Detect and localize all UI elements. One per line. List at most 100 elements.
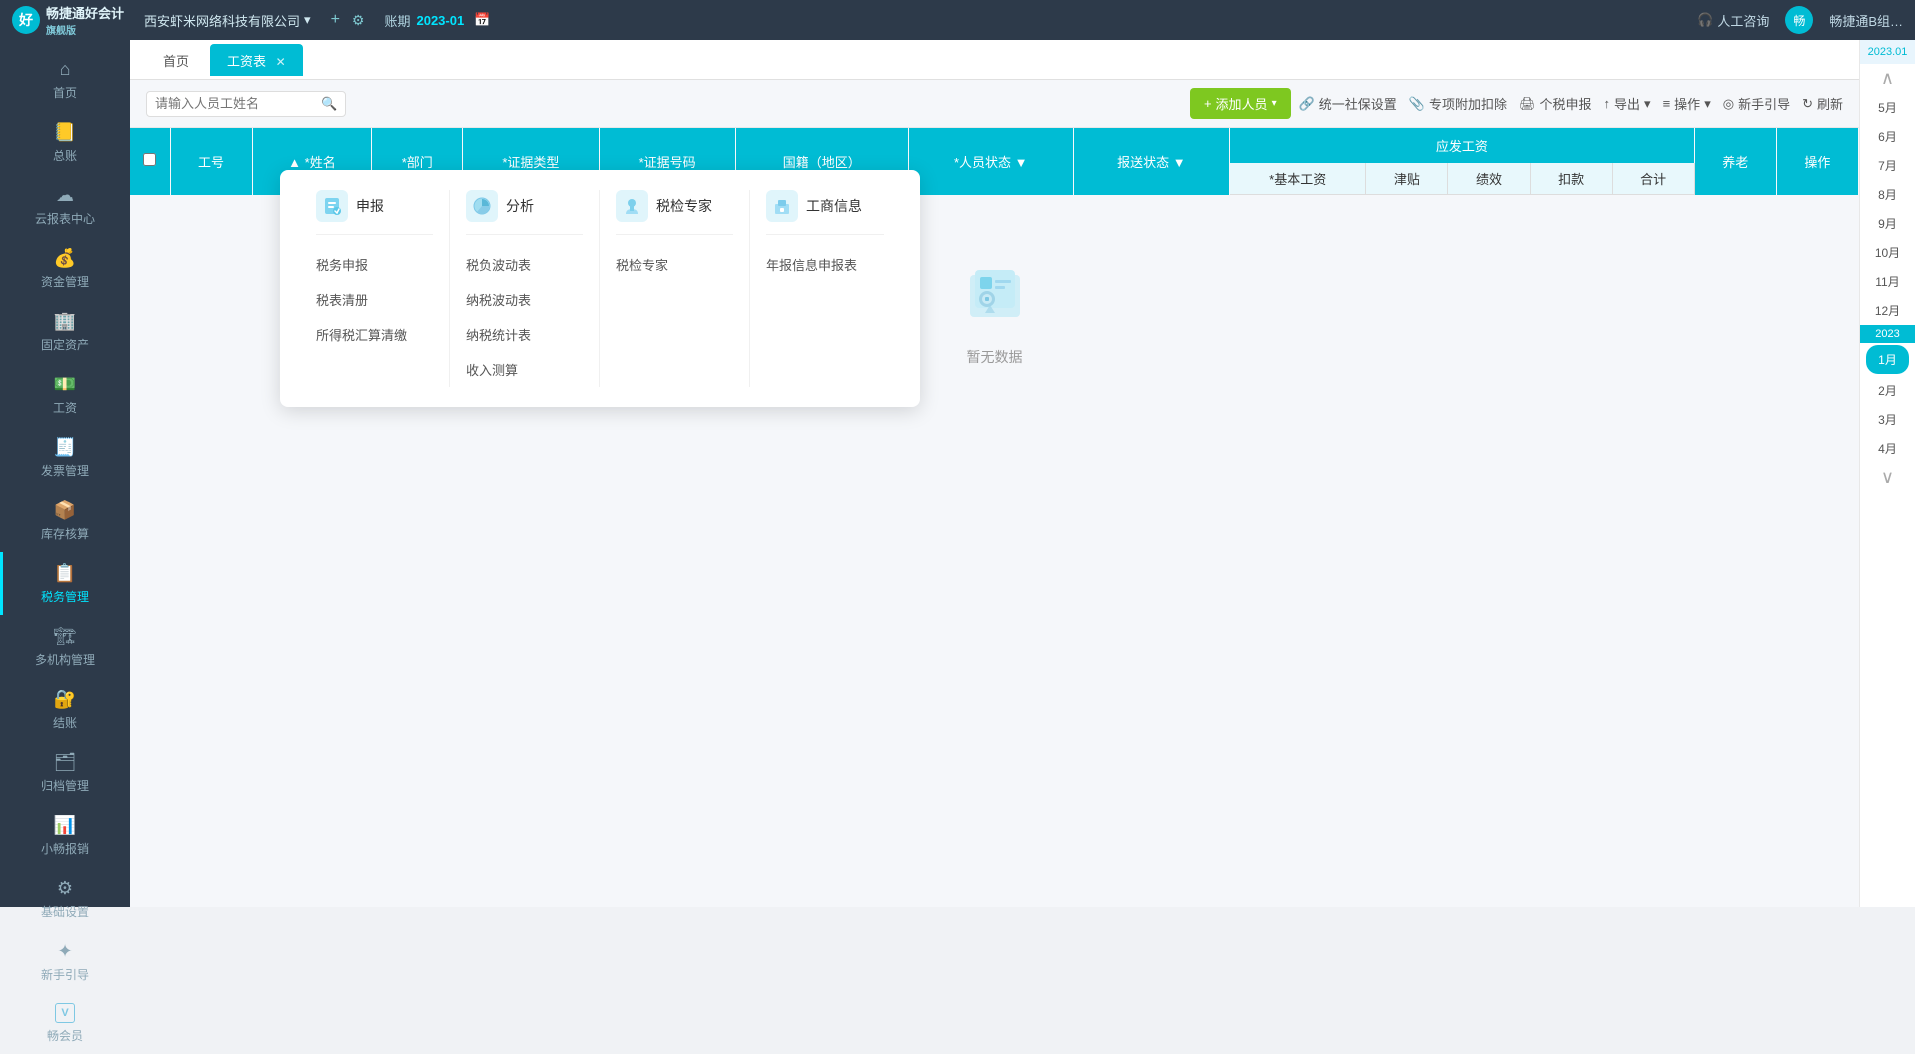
th-base-salary: *基本工资 — [1230, 163, 1366, 195]
analysis-title: 分析 — [506, 196, 534, 216]
menu-item-tax-table[interactable]: 税表清册 — [316, 282, 433, 317]
sidebar-item-salary[interactable]: 💵 工资 — [0, 363, 130, 426]
search-input[interactable] — [155, 96, 315, 111]
refresh-btn[interactable]: ↻ 刷新 — [1802, 94, 1843, 113]
cal-month-1[interactable]: 1月 — [1866, 345, 1909, 374]
settings-icon[interactable]: ⚙ — [352, 12, 365, 29]
cal-current-period: 2023.01 — [1860, 40, 1915, 64]
cal-month-10[interactable]: 10月 — [1860, 238, 1915, 267]
th-checkbox[interactable] — [130, 128, 170, 195]
sidebar-item-settings[interactable]: ⚙ 基础设置 — [0, 867, 130, 930]
shenbao-header-icon — [316, 190, 348, 222]
menu-item-income-tax-clearance[interactable]: 所得税汇算清缴 — [316, 317, 433, 352]
cal-month-11[interactable]: 11月 — [1860, 267, 1915, 296]
guide-btn[interactable]: ◎ 新手引导 — [1723, 94, 1790, 113]
user-name: 畅捷通B组… — [1829, 11, 1903, 30]
cal-month-5[interactable]: 5月 — [1860, 93, 1915, 122]
sidebar: ⌂ 首页 📒 总账 ☁ 云报表中心 💰 资金管理 🏢 固定资产 💵 工资 🧾 发… — [0, 40, 130, 907]
sidebar-item-asset[interactable]: 🏢 固定资产 — [0, 300, 130, 363]
analysis-header-icon — [466, 190, 498, 222]
tax-icon: 📋 — [54, 562, 76, 584]
sidebar-item-ledger[interactable]: 📒 总账 — [0, 111, 130, 174]
content-area: 首页 工资表 ✕ 🔍 + 添加人员 ▾ 🔗 统一社保设置 — [130, 40, 1859, 907]
cal-month-12[interactable]: 12月 — [1860, 296, 1915, 325]
export-btn[interactable]: ↑ 导出 ▾ — [1604, 94, 1651, 113]
cal-month-6[interactable]: 6月 — [1860, 122, 1915, 151]
cal-month-8[interactable]: 8月 — [1860, 180, 1915, 209]
sidebar-item-invoice[interactable]: 🧾 发票管理 — [0, 426, 130, 489]
dropdown-arrow-icon: ▾ — [1272, 98, 1277, 109]
logo-icon: 好 — [12, 6, 40, 34]
sidebar-item-xiao[interactable]: 📊 小畅报销 — [0, 804, 130, 867]
guide-icon: ✦ — [54, 940, 76, 962]
invoice-icon: 🧾 — [54, 436, 76, 458]
menu-item-tax-burden[interactable]: 税负波动表 — [466, 247, 583, 282]
biz-info-title: 工商信息 — [806, 196, 862, 216]
guide-toolbar-icon: ◎ — [1723, 96, 1734, 112]
settings-sidebar-icon: ⚙ — [54, 877, 76, 899]
fund-icon: 💰 — [54, 247, 76, 269]
cal-month-7[interactable]: 7月 — [1860, 151, 1915, 180]
menu-item-annual-report[interactable]: 年报信息申报表 — [766, 247, 884, 282]
cloud-icon: ☁ — [54, 184, 76, 206]
company-selector[interactable]: 西安虾米网络科技有限公司 ▾ — [136, 7, 319, 34]
menu-item-tax-fluctuation[interactable]: 纳税波动表 — [466, 282, 583, 317]
menu-item-income-estimate[interactable]: 收入测算 — [466, 352, 583, 387]
user-avatar[interactable]: 畅 — [1785, 6, 1813, 34]
cal-nav-up[interactable]: ∧ — [1860, 64, 1915, 93]
operations-icon: ≡ — [1663, 96, 1671, 111]
th-total: 合计 — [1612, 163, 1694, 195]
sidebar-item-member[interactable]: V 畅会员 — [0, 993, 130, 1054]
special-icon: 📎 — [1409, 96, 1425, 112]
cal-month-4[interactable]: 4月 — [1860, 434, 1915, 463]
add-icon: + — [1204, 96, 1212, 111]
xiao-icon: 📊 — [54, 814, 76, 836]
calendar-icon[interactable]: 📅 — [474, 12, 490, 28]
sidebar-item-cloud[interactable]: ☁ 云报表中心 — [0, 174, 130, 237]
company-name: 西安虾米网络科技有限公司 — [144, 11, 300, 30]
sidebar-item-close-acct[interactable]: 🔐 结账 — [0, 678, 130, 741]
cal-nav-down[interactable]: ∨ — [1860, 463, 1915, 492]
stock-icon: 📦 — [54, 499, 76, 521]
sidebar-item-stock[interactable]: 📦 库存核算 — [0, 489, 130, 552]
sidebar-item-tax[interactable]: 📋 税务管理 — [0, 552, 130, 615]
th-employee-id: 工号 — [170, 128, 252, 195]
menu-col-biz-info: 工商信息 年报信息申报表 — [750, 190, 900, 387]
operations-btn[interactable]: ≡ 操作 ▾ — [1663, 94, 1711, 113]
tax-return-btn[interactable]: 🖨 个税申报 — [1519, 94, 1592, 113]
menu-item-tax-expert[interactable]: 税检专家 — [616, 247, 733, 282]
th-person-status[interactable]: *人员状态 ▼ — [908, 128, 1073, 195]
table-header-row-main: 工号 ▲ *姓名 *部门 *证据类型 *证据号码 国籍（地区） *人员状态 ▼ … — [130, 128, 1859, 163]
sidebar-item-archive[interactable]: 🗂 归档管理 — [0, 741, 130, 804]
headset-icon: 🎧 — [1697, 12, 1713, 28]
tab-close-icon[interactable]: ✕ — [276, 55, 286, 69]
app-logo: 好 畅捷通好会计 旗舰版 — [12, 3, 124, 37]
social-icon: 🔗 — [1299, 96, 1315, 112]
help-btn[interactable]: 🎧 人工咨询 — [1697, 11, 1769, 30]
sidebar-item-home[interactable]: ⌂ 首页 — [0, 48, 130, 111]
toolbar-action-btns: 🔗 统一社保设置 📎 专项附加扣除 🖨 个税申报 ↑ 导出 ▾ ≡ — [1299, 94, 1843, 113]
sidebar-item-guide[interactable]: ✦ 新手引导 — [0, 930, 130, 993]
period-info: 账期 2023-01 📅 — [384, 11, 490, 30]
sidebar-item-fund[interactable]: 💰 资金管理 — [0, 237, 130, 300]
special-deduction-btn[interactable]: 📎 专项附加扣除 — [1409, 94, 1507, 113]
select-all-checkbox[interactable] — [143, 153, 156, 166]
add-person-button[interactable]: + 添加人员 ▾ — [1190, 88, 1291, 119]
add-company-icon[interactable]: + — [331, 11, 340, 29]
tab-salary-table[interactable]: 工资表 ✕ — [210, 44, 303, 76]
sidebar-item-multi[interactable]: 🏗 多机构管理 — [0, 615, 130, 678]
tax-expert-header-icon — [616, 190, 648, 222]
ledger-icon: 📒 — [54, 121, 76, 143]
menu-item-tax-statistics[interactable]: 纳税统计表 — [466, 317, 583, 352]
menu-col-header-tax-expert: 税检专家 — [616, 190, 733, 235]
top-bar: 好 畅捷通好会计 旗舰版 西安虾米网络科技有限公司 ▾ + ⚙ 账期 2023-… — [0, 0, 1915, 40]
social-insurance-btn[interactable]: 🔗 统一社保设置 — [1299, 94, 1397, 113]
tab-home[interactable]: 首页 — [146, 44, 206, 76]
cal-month-3[interactable]: 3月 — [1860, 405, 1915, 434]
th-allowance: 津贴 — [1366, 163, 1448, 195]
cal-month-2[interactable]: 2月 — [1860, 376, 1915, 405]
th-report-status[interactable]: 报送状态 ▼ — [1073, 128, 1229, 195]
menu-item-tax-declare[interactable]: 税务申报 — [316, 247, 433, 282]
cal-month-9[interactable]: 9月 — [1860, 209, 1915, 238]
home-icon: ⌂ — [54, 58, 76, 80]
